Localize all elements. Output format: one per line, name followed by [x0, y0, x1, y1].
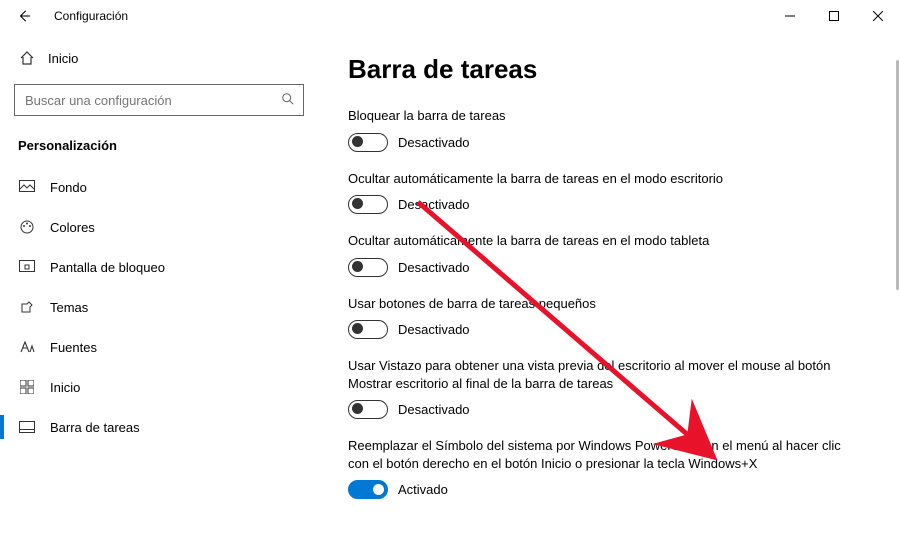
toggle-state-label: Activado: [398, 482, 448, 497]
back-button[interactable]: [12, 4, 36, 28]
search-icon: [281, 92, 295, 109]
setting-option: Usar botones de barra de tareas pequeños…: [348, 295, 860, 340]
sidebar-item-fuentes[interactable]: Fuentes: [14, 327, 304, 367]
palette-icon: [18, 219, 36, 235]
toggle-switch[interactable]: [348, 133, 388, 152]
setting-label: Usar botones de barra de tareas pequeños: [348, 295, 860, 313]
sidebar-item-label: Pantalla de bloqueo: [50, 260, 165, 275]
setting-label: Reemplazar el Símbolo del sistema por Wi…: [348, 437, 860, 472]
sidebar-home-label: Inicio: [48, 51, 78, 66]
toggle-switch[interactable]: [348, 480, 388, 499]
sidebar-nav: Fondo Colores Pantalla de bloqueo Temas …: [14, 167, 304, 447]
setting-label: Bloquear la barra de tareas: [348, 107, 860, 125]
close-icon: [873, 11, 883, 21]
sidebar-item-pantalla-bloqueo[interactable]: Pantalla de bloqueo: [14, 247, 304, 287]
sidebar: Inicio Personalización Fondo Colores Pan…: [0, 32, 318, 551]
toggle-state-label: Desactivado: [398, 197, 470, 212]
minimize-button[interactable]: [768, 0, 812, 32]
maximize-icon: [829, 11, 839, 21]
sidebar-item-label: Barra de tareas: [50, 420, 140, 435]
start-icon: [18, 380, 36, 394]
toggle-state-label: Desactivado: [398, 260, 470, 275]
themes-icon: [18, 299, 36, 315]
setting-option: Reemplazar el Símbolo del sistema por Wi…: [348, 437, 860, 499]
sidebar-item-temas[interactable]: Temas: [14, 287, 304, 327]
window-controls: [768, 0, 900, 32]
sidebar-item-label: Inicio: [50, 380, 80, 395]
content-area: Barra de tareas Bloquear la barra de tar…: [318, 32, 900, 551]
sidebar-item-fondo[interactable]: Fondo: [14, 167, 304, 207]
sidebar-section-label: Personalización: [18, 138, 304, 153]
title-bar: Configuración: [0, 0, 900, 32]
setting-option: Ocultar automáticamente la barra de tare…: [348, 232, 860, 277]
setting-label: Ocultar automáticamente la barra de tare…: [348, 232, 860, 250]
page-heading: Barra de tareas: [348, 54, 860, 85]
setting-label: Usar Vistazo para obtener una vista prev…: [348, 357, 860, 392]
setting-option: Usar Vistazo para obtener una vista prev…: [348, 357, 860, 419]
window-title: Configuración: [54, 9, 128, 23]
sidebar-item-label: Fondo: [50, 180, 87, 195]
picture-icon: [18, 180, 36, 194]
scrollbar[interactable]: [896, 60, 899, 290]
sidebar-home[interactable]: Inicio: [14, 42, 304, 74]
sidebar-item-label: Colores: [50, 220, 95, 235]
sidebar-item-inicio[interactable]: Inicio: [14, 367, 304, 407]
toggle-state-label: Desactivado: [398, 135, 470, 150]
toggle-state-label: Desactivado: [398, 402, 470, 417]
arrow-left-icon: [17, 9, 31, 23]
search-input[interactable]: [25, 93, 281, 108]
setting-option: Bloquear la barra de tareas Desactivado: [348, 107, 860, 152]
close-button[interactable]: [856, 0, 900, 32]
sidebar-item-label: Temas: [50, 300, 88, 315]
maximize-button[interactable]: [812, 0, 856, 32]
setting-option: Ocultar automáticamente la barra de tare…: [348, 170, 860, 215]
lock-screen-icon: [18, 260, 36, 274]
toggle-switch[interactable]: [348, 400, 388, 419]
taskbar-icon: [18, 421, 36, 433]
search-box[interactable]: [14, 84, 304, 116]
fonts-icon: [18, 340, 36, 354]
toggle-switch[interactable]: [348, 320, 388, 339]
sidebar-item-colores[interactable]: Colores: [14, 207, 304, 247]
sidebar-item-label: Fuentes: [50, 340, 97, 355]
toggle-switch[interactable]: [348, 258, 388, 277]
sidebar-item-barra-tareas[interactable]: Barra de tareas: [14, 407, 304, 447]
home-icon: [18, 50, 36, 66]
minimize-icon: [785, 11, 795, 21]
toggle-state-label: Desactivado: [398, 322, 470, 337]
setting-label: Ocultar automáticamente la barra de tare…: [348, 170, 860, 188]
toggle-switch[interactable]: [348, 195, 388, 214]
